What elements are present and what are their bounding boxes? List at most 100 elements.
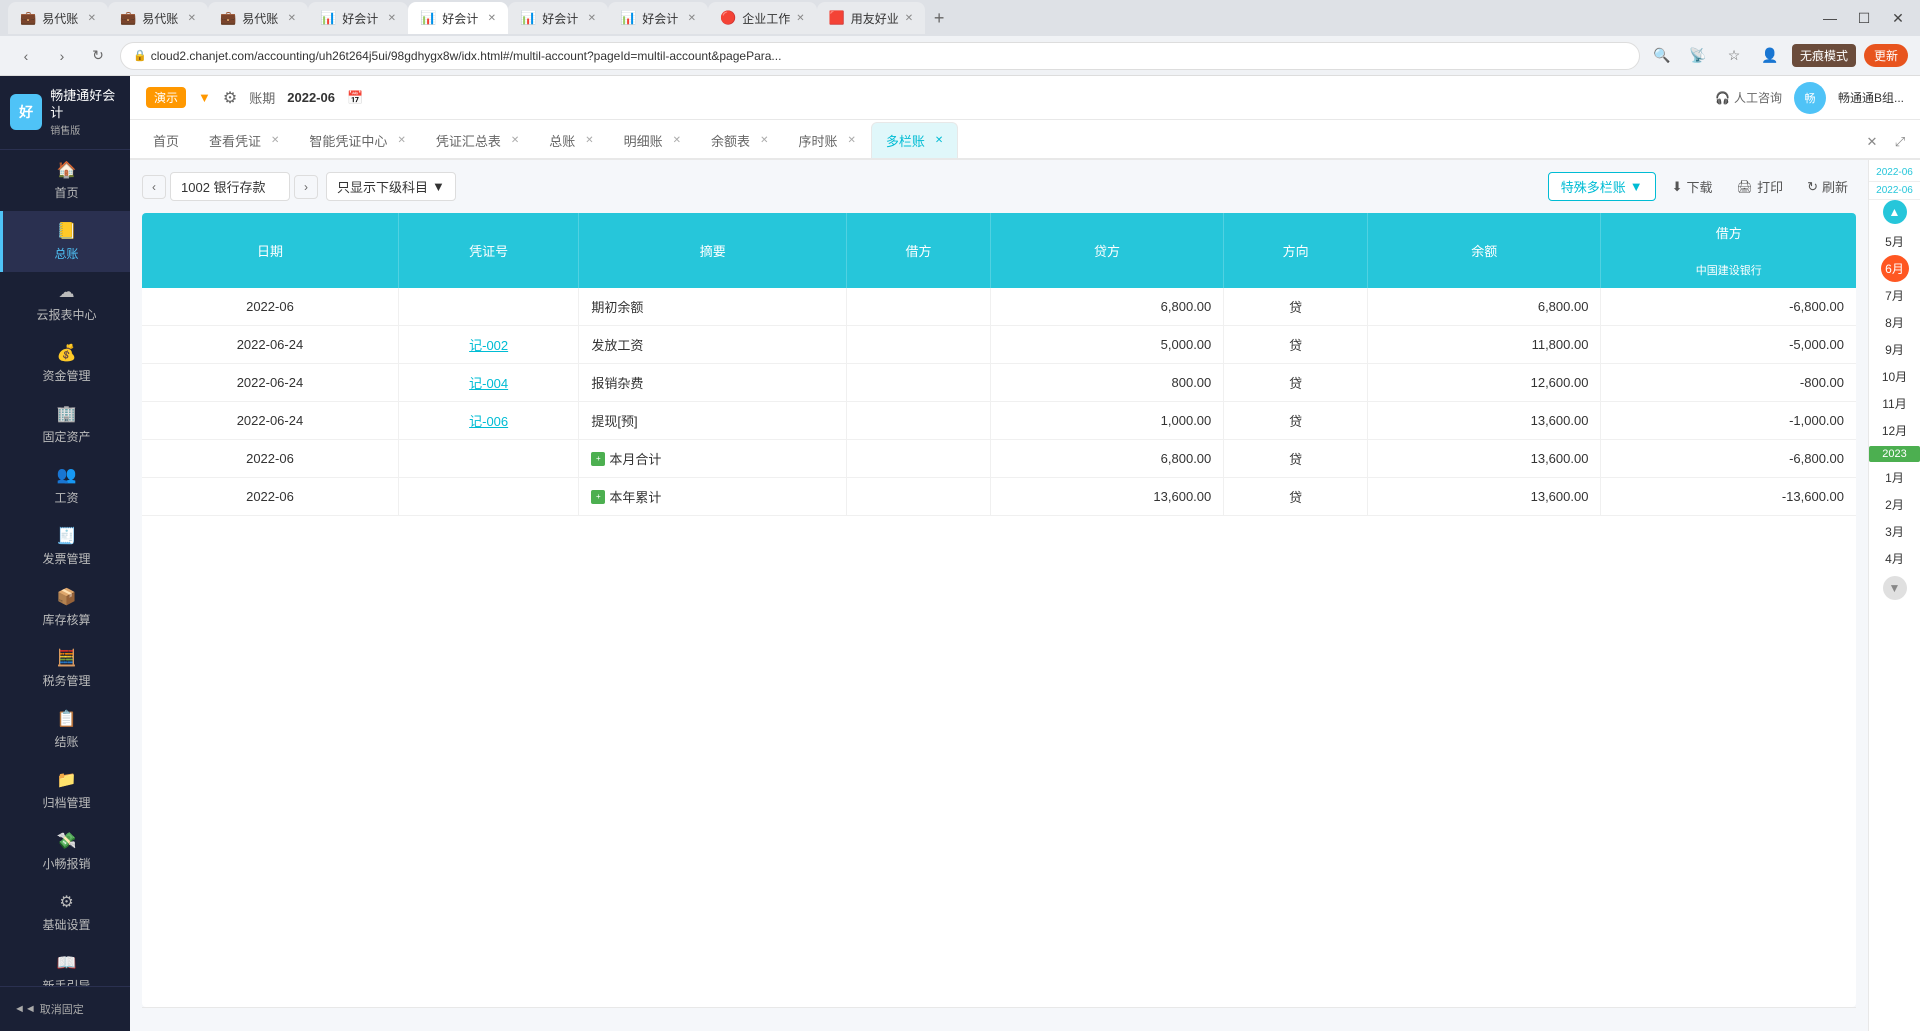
- browser-tab-7[interactable]: 📊 好会计 ✕: [608, 2, 708, 34]
- month-item-2023-2[interactable]: 2月: [1869, 491, 1920, 518]
- tab-close-3[interactable]: ✕: [288, 13, 296, 24]
- unpin-button[interactable]: ◄◄ 取消固定: [8, 995, 122, 1023]
- horizontal-scrollbar[interactable]: [142, 1007, 1856, 1019]
- browser-tab-3[interactable]: 💼 易代账 ✕: [208, 2, 308, 34]
- refresh-button[interactable]: ↻ 刷新: [1799, 173, 1856, 200]
- month-item-2023-4[interactable]: 4月: [1869, 545, 1920, 572]
- month-item-5[interactable]: 5月: [1869, 228, 1920, 255]
- minimize-button[interactable]: —: [1816, 4, 1844, 32]
- prev-account-button[interactable]: ‹: [142, 175, 166, 199]
- next-account-button[interactable]: ›: [294, 175, 318, 199]
- browser-tab-4[interactable]: 📊 好会计 ✕: [308, 2, 408, 34]
- sidebar-item-ledger[interactable]: 📒 总账: [0, 211, 130, 272]
- tab-voucher-summary[interactable]: 凭证汇总表 ✕: [421, 122, 534, 158]
- sidebar-item-archive[interactable]: 📁 归档管理: [0, 760, 130, 821]
- month-item-2023-1[interactable]: 1月: [1869, 464, 1920, 491]
- sidebar-item-guide[interactable]: 📖 新手引导: [0, 943, 130, 986]
- cell-voucher[interactable]: 记-004: [398, 364, 578, 402]
- forward-button[interactable]: ›: [48, 42, 76, 70]
- tab-close-1[interactable]: ✕: [88, 13, 96, 24]
- expand-tabs-icon[interactable]: ⤢: [1888, 130, 1912, 154]
- browser-tab-8[interactable]: 🔴 企业工作 ✕: [708, 2, 817, 34]
- sidebar-item-close[interactable]: 📋 结账: [0, 699, 130, 760]
- tab-close-7[interactable]: ✕: [688, 13, 696, 24]
- sidebar-item-cloud-report[interactable]: ☁ 云报表中心: [0, 272, 130, 333]
- bookmark-icon[interactable]: ☆: [1720, 42, 1748, 70]
- tab-home[interactable]: 首页: [138, 122, 194, 158]
- update-button[interactable]: 更新: [1864, 44, 1908, 67]
- cell-direction: 贷: [1224, 478, 1368, 516]
- tab-close-6[interactable]: ✕: [588, 13, 596, 24]
- tab-general-ledger-close[interactable]: ✕: [585, 135, 593, 146]
- month-item-10[interactable]: 10月: [1869, 363, 1920, 390]
- sidebar-item-home[interactable]: 🏠 首页: [0, 150, 130, 211]
- month-item-9[interactable]: 9月: [1869, 336, 1920, 363]
- new-tab-button[interactable]: +: [925, 4, 953, 32]
- tab-balance[interactable]: 余额表 ✕: [696, 122, 783, 158]
- tab-close-4[interactable]: ✕: [388, 13, 396, 24]
- tab-close-2[interactable]: ✕: [188, 13, 196, 24]
- sidebar-item-salary[interactable]: 👥 工资: [0, 455, 130, 516]
- tab-sequence-ledger[interactable]: 序时账 ✕: [783, 122, 870, 158]
- special-column-button[interactable]: 特殊多栏账 ▼: [1548, 172, 1656, 201]
- settings-icon[interactable]: ⚙: [223, 88, 237, 108]
- tab-smart-voucher-close[interactable]: ✕: [397, 135, 405, 146]
- sidebar-item-expense[interactable]: 💸 小畅报销: [0, 821, 130, 882]
- browser-tab-9[interactable]: 🟥 用友好业 ✕: [817, 2, 926, 34]
- search-icon[interactable]: 🔍: [1648, 42, 1676, 70]
- browser-tab-2[interactable]: 💼 易代账 ✕: [108, 2, 208, 34]
- maximize-button[interactable]: ☐: [1850, 4, 1878, 32]
- tab-icon-5: 📊: [420, 10, 436, 26]
- tab-view-voucher[interactable]: 查看凭证 ✕: [194, 122, 294, 158]
- top-bar: 演示 ▼ ⚙ 账期 2022-06 📅 🎧 人工咨询 畅 畅通通B组...: [130, 76, 1920, 120]
- tab-detail-ledger-close[interactable]: ✕: [673, 135, 681, 146]
- collapse-tabs-icon[interactable]: ✕: [1860, 130, 1884, 154]
- sidebar-item-inventory[interactable]: 📦 库存核算: [0, 577, 130, 638]
- sidebar-item-fixed-assets[interactable]: 🏢 固定资产: [0, 394, 130, 455]
- cast-icon[interactable]: 📡: [1684, 42, 1712, 70]
- close-button[interactable]: ✕: [1884, 4, 1912, 32]
- cell-voucher[interactable]: 记-006: [398, 402, 578, 440]
- sidebar-item-invoice[interactable]: 🧾 发票管理: [0, 516, 130, 577]
- browser-tab-1[interactable]: 💼 易代账 ✕: [8, 2, 108, 34]
- month-item-2023-3[interactable]: 3月: [1869, 518, 1920, 545]
- tab-multi-column-close[interactable]: ✕: [935, 135, 943, 146]
- browser-tab-6[interactable]: 📊 好会计 ✕: [508, 2, 608, 34]
- tab-detail-ledger[interactable]: 明细账 ✕: [609, 122, 696, 158]
- reload-button[interactable]: ↻: [84, 42, 112, 70]
- back-button[interactable]: ‹: [12, 42, 40, 70]
- tab-multi-column[interactable]: 多栏账 ✕: [871, 122, 958, 158]
- consultant-button[interactable]: 🎧 人工咨询: [1715, 89, 1782, 106]
- sidebar-item-settings[interactable]: ⚙ 基础设置: [0, 882, 130, 943]
- sidebar-label-close: 结账: [54, 733, 78, 750]
- calendar-icon[interactable]: 📅: [347, 90, 363, 106]
- month-item-7[interactable]: 7月: [1869, 282, 1920, 309]
- print-button[interactable]: 🖨 打印: [1729, 173, 1792, 200]
- tab-smart-voucher[interactable]: 智能凭证中心 ✕: [294, 122, 420, 158]
- tab-general-ledger[interactable]: 总账 ✕: [534, 122, 608, 158]
- tab-close-9[interactable]: ✕: [905, 13, 913, 24]
- tab-view-voucher-close[interactable]: ✕: [271, 135, 279, 146]
- month-item-8[interactable]: 8月: [1869, 309, 1920, 336]
- scroll-up-button[interactable]: ▲: [1883, 200, 1907, 224]
- tab-balance-close[interactable]: ✕: [760, 135, 768, 146]
- browser-tab-5[interactable]: 📊 好会计 ✕: [408, 2, 508, 34]
- sidebar-item-tax[interactable]: 🧮 税务管理: [0, 638, 130, 699]
- url-input[interactable]: 🔒 cloud2.chanjet.com/accounting/uh26t264…: [120, 42, 1640, 70]
- table-row: 2022-06-24记-006提现[预]1,000.00贷13,600.00-1…: [142, 402, 1856, 440]
- demo-dropdown-icon[interactable]: ▼: [198, 90, 211, 105]
- profile-icon[interactable]: 👤: [1756, 42, 1784, 70]
- tab-sequence-ledger-close[interactable]: ✕: [847, 135, 855, 146]
- tab-voucher-summary-close[interactable]: ✕: [511, 135, 519, 146]
- month-item-11[interactable]: 11月: [1869, 390, 1920, 417]
- month-item-6[interactable]: 6月: [1881, 255, 1909, 282]
- wuhen-mode-button[interactable]: 无痕模式: [1792, 44, 1856, 67]
- cell-voucher[interactable]: 记-002: [398, 326, 578, 364]
- month-item-12[interactable]: 12月: [1869, 417, 1920, 444]
- tab-close-8[interactable]: ✕: [796, 13, 804, 24]
- tab-close-5[interactable]: ✕: [488, 13, 496, 24]
- filter-button[interactable]: 只显示下级科目 ▼: [326, 172, 456, 201]
- sidebar-item-fund[interactable]: 💰 资金管理: [0, 333, 130, 394]
- download-button[interactable]: ⬇ 下载: [1664, 173, 1721, 200]
- scroll-down-button[interactable]: ▼: [1883, 576, 1907, 600]
